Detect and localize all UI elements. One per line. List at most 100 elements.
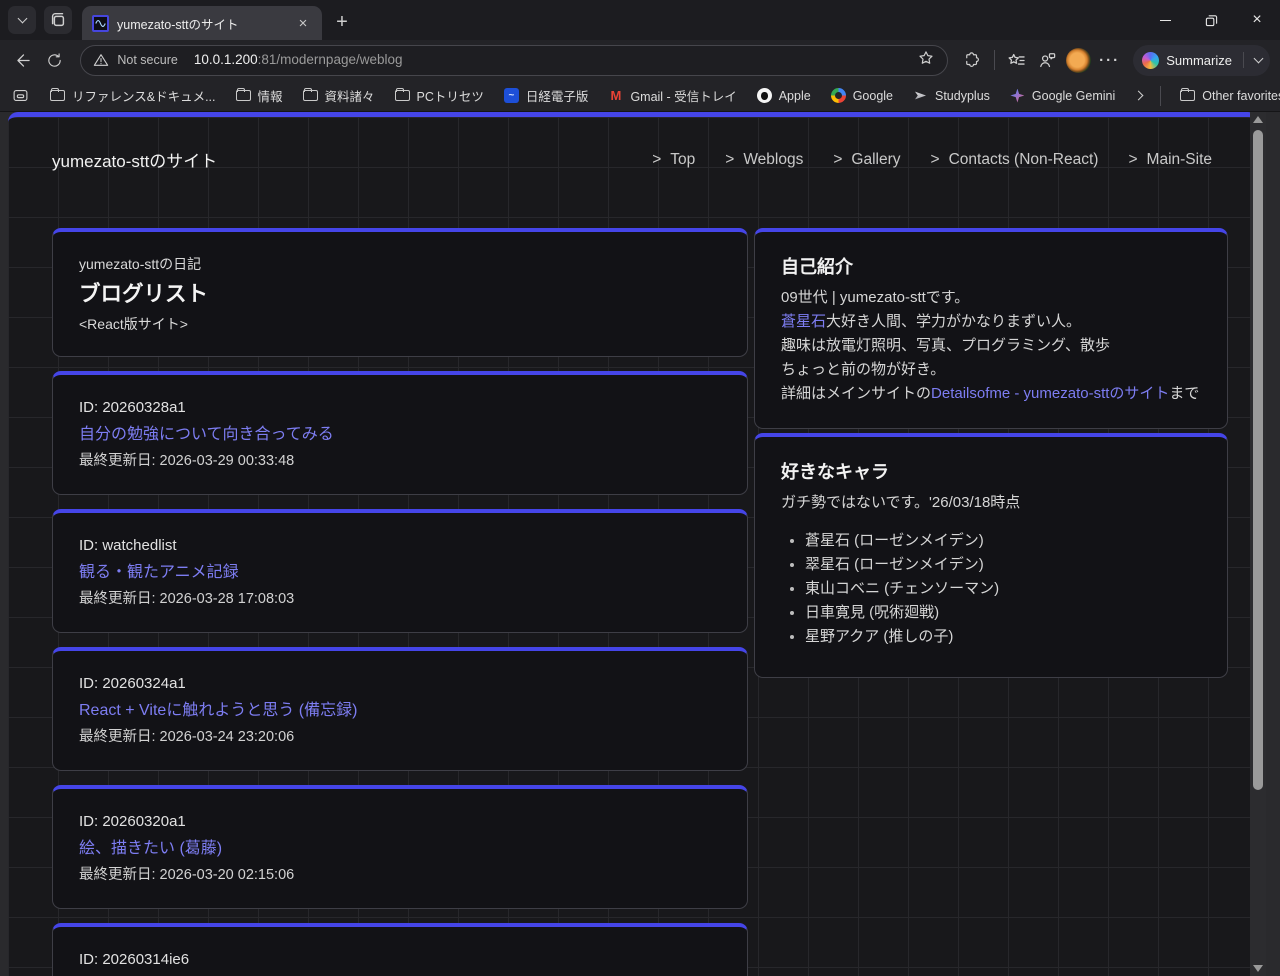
tab-close-icon[interactable]: × (294, 15, 312, 32)
refresh-button[interactable] (41, 45, 68, 75)
browser-tab[interactable]: yumezato-sttのサイト × (82, 6, 322, 40)
entry-id: ID: 20260324a1 (79, 675, 186, 692)
tab-title: yumezato-sttのサイト (117, 17, 239, 32)
gmail-icon (608, 88, 623, 103)
restore-button[interactable] (1188, 0, 1234, 40)
detailsofme-link[interactable]: Detailsofme - yumezato-sttのサイト (931, 385, 1169, 402)
nav-item[interactable]: > Top (652, 151, 695, 169)
site-header: yumezato-sttのサイト > Top > Weblogs > Galle… (8, 117, 1258, 172)
chevron-down-icon[interactable] (1253, 53, 1264, 64)
nav-prefix: > (652, 150, 662, 168)
bookmark-item[interactable]: Apple (748, 84, 820, 107)
page-content: yumezato-sttの日記 ブログリスト <React版サイト> ID: 2… (8, 172, 1258, 976)
nav-prefix: > (833, 150, 843, 168)
bookmarks-bar: リファレンス&ドキュメ... 情報 資料諸々 PCトリセツ 日経電子版 Gmai… (0, 80, 1280, 112)
bookmarks-overflow-button[interactable] (1126, 81, 1150, 111)
puzzle-icon (966, 52, 979, 67)
entry-title-link[interactable]: 自分の勉強について向き合ってみる (79, 422, 721, 448)
bookmarks-divider (1160, 85, 1162, 106)
nav-prefix: > (1128, 150, 1138, 168)
close-icon: × (1252, 11, 1262, 28)
browser-essentials-button[interactable] (1034, 45, 1061, 75)
bookmark-item[interactable]: Gmail - 受信トレイ (599, 82, 745, 109)
profile-line: 趣味は放電灯照明、写真、プログラミング、散歩 (781, 337, 1110, 354)
favorite-character: 星野アクア (推しの子) (805, 625, 1201, 649)
bookmark-label: Google (852, 88, 893, 103)
profile-button[interactable] (1065, 45, 1092, 75)
nav-item[interactable]: > Main-Site (1128, 151, 1212, 169)
bookmark-label: Studyplus (935, 88, 990, 103)
bookmark-label: Apple (778, 88, 811, 103)
tab-organizer-button[interactable] (44, 6, 72, 34)
page-scrollbar[interactable] (1250, 112, 1266, 976)
close-button[interactable]: × (1234, 0, 1280, 40)
add-favorite-button[interactable] (917, 49, 935, 72)
bookmark-item[interactable]: 資料諸々 (294, 82, 384, 109)
favorite-characters-card: 好きなキャラ ガチ勢ではないです。'26/03/18時点 蒼星石 (ローゼンメイ… (754, 433, 1228, 678)
profile-line: 蒼星石大好き人間、学力がかなりまずい人。 (781, 310, 1201, 334)
gemini-icon (1010, 88, 1025, 103)
blog-column: yumezato-sttの日記 ブログリスト <React版サイト> ID: 2… (52, 228, 748, 976)
tab-search-button[interactable] (8, 6, 36, 34)
person-chat-icon (1039, 52, 1056, 67)
bookmark-label: Google Gemini (1031, 88, 1116, 103)
scroll-up-icon[interactable] (1253, 116, 1263, 123)
copilot-summarize-button[interactable]: Summarize (1133, 44, 1270, 76)
star-icon (919, 50, 933, 64)
bookmark-item[interactable]: Google (822, 84, 902, 107)
extensions-button[interactable] (958, 45, 985, 75)
ellipsis-icon: ··· (1099, 51, 1121, 69)
url-text: 10.0.1.200:81/modernpage/weblog (194, 51, 403, 69)
entry-title-link[interactable]: React + Viteに触れようと思う (備忘録) (79, 698, 721, 724)
settings-menu-button[interactable]: ··· (1096, 45, 1123, 75)
bookmark-label: PCトリセツ (416, 90, 484, 104)
bookmark-label: リファレンス&ドキュメ... (72, 90, 216, 104)
folder-icon (235, 88, 251, 101)
site-favicon-icon (92, 14, 109, 32)
entry-title-link[interactable]: 絵、描きたい (葛藤) (79, 836, 721, 862)
folder-icon (50, 88, 65, 101)
entry-id: ID: watchedlist (79, 537, 177, 554)
nav-item[interactable]: > Contacts (Non-React) (931, 151, 1099, 169)
profile-line-text: まで (1169, 385, 1200, 402)
folder-icon (302, 88, 318, 101)
profile-line: 詳細はメインサイトのDetailsofme - yumezato-sttのサイト… (781, 382, 1201, 406)
nav-item[interactable]: > Gallery (833, 151, 900, 169)
profile-line-text: 詳細はメインサイトの (781, 385, 932, 402)
back-arrow-icon (17, 53, 30, 67)
chevron-down-icon (17, 13, 27, 24)
minimize-icon (1159, 19, 1171, 21)
window-controls: × (1142, 0, 1280, 40)
other-favorites-button[interactable]: Other favorites (1171, 85, 1280, 107)
nav-label: Contacts (Non-React) (948, 150, 1099, 168)
favorites-button[interactable] (1002, 45, 1029, 75)
bookmark-label: 日経電子版 (525, 90, 589, 104)
profile-title: 自己紹介 (781, 257, 853, 277)
scroll-down-icon[interactable] (1253, 965, 1263, 972)
scrollbar-thumb[interactable] (1253, 130, 1263, 790)
not-secure-warning-icon (94, 54, 109, 66)
favorites-star-lines-icon (1008, 53, 1025, 65)
back-button[interactable] (10, 45, 37, 75)
apple-icon (756, 88, 772, 103)
nav-prefix: > (930, 150, 940, 168)
collections-icon (13, 89, 28, 102)
bookmark-item[interactable]: リファレンス&ドキュメ... (41, 82, 225, 109)
nav-item[interactable]: > Weblogs (725, 151, 803, 169)
nikkei-icon (503, 88, 519, 103)
bookmark-item[interactable]: 日経電子版 (495, 82, 598, 109)
blog-header-card: yumezato-sttの日記 ブログリスト <React版サイト> (52, 228, 748, 357)
bookmark-item[interactable]: Google Gemini (1001, 84, 1124, 107)
entry-updated: 最終更新日: 2026-03-24 23:20:06 (79, 729, 295, 745)
bookmark-item[interactable]: Studyplus (904, 84, 999, 107)
minimize-button[interactable] (1142, 0, 1188, 40)
souseiseki-link[interactable]: 蒼星石 (781, 313, 826, 330)
bookmarks-hub-button[interactable] (12, 83, 29, 109)
bookmark-item[interactable]: PCトリセツ (386, 82, 493, 109)
favorite-character: 東山コベニ (チェンソーマン) (805, 577, 1201, 601)
bookmark-item[interactable]: 情報 (227, 82, 292, 109)
address-bar[interactable]: Not secure 10.0.1.200:81/modernpage/webl… (80, 44, 949, 76)
sidebar-column: 自己紹介 09世代 | yumezato-sttです。 蒼星石大好き人間、学力が… (754, 228, 1228, 678)
entry-title-link[interactable]: 観る・観たアニメ記録 (79, 560, 721, 586)
new-tab-button[interactable]: + (328, 8, 356, 36)
